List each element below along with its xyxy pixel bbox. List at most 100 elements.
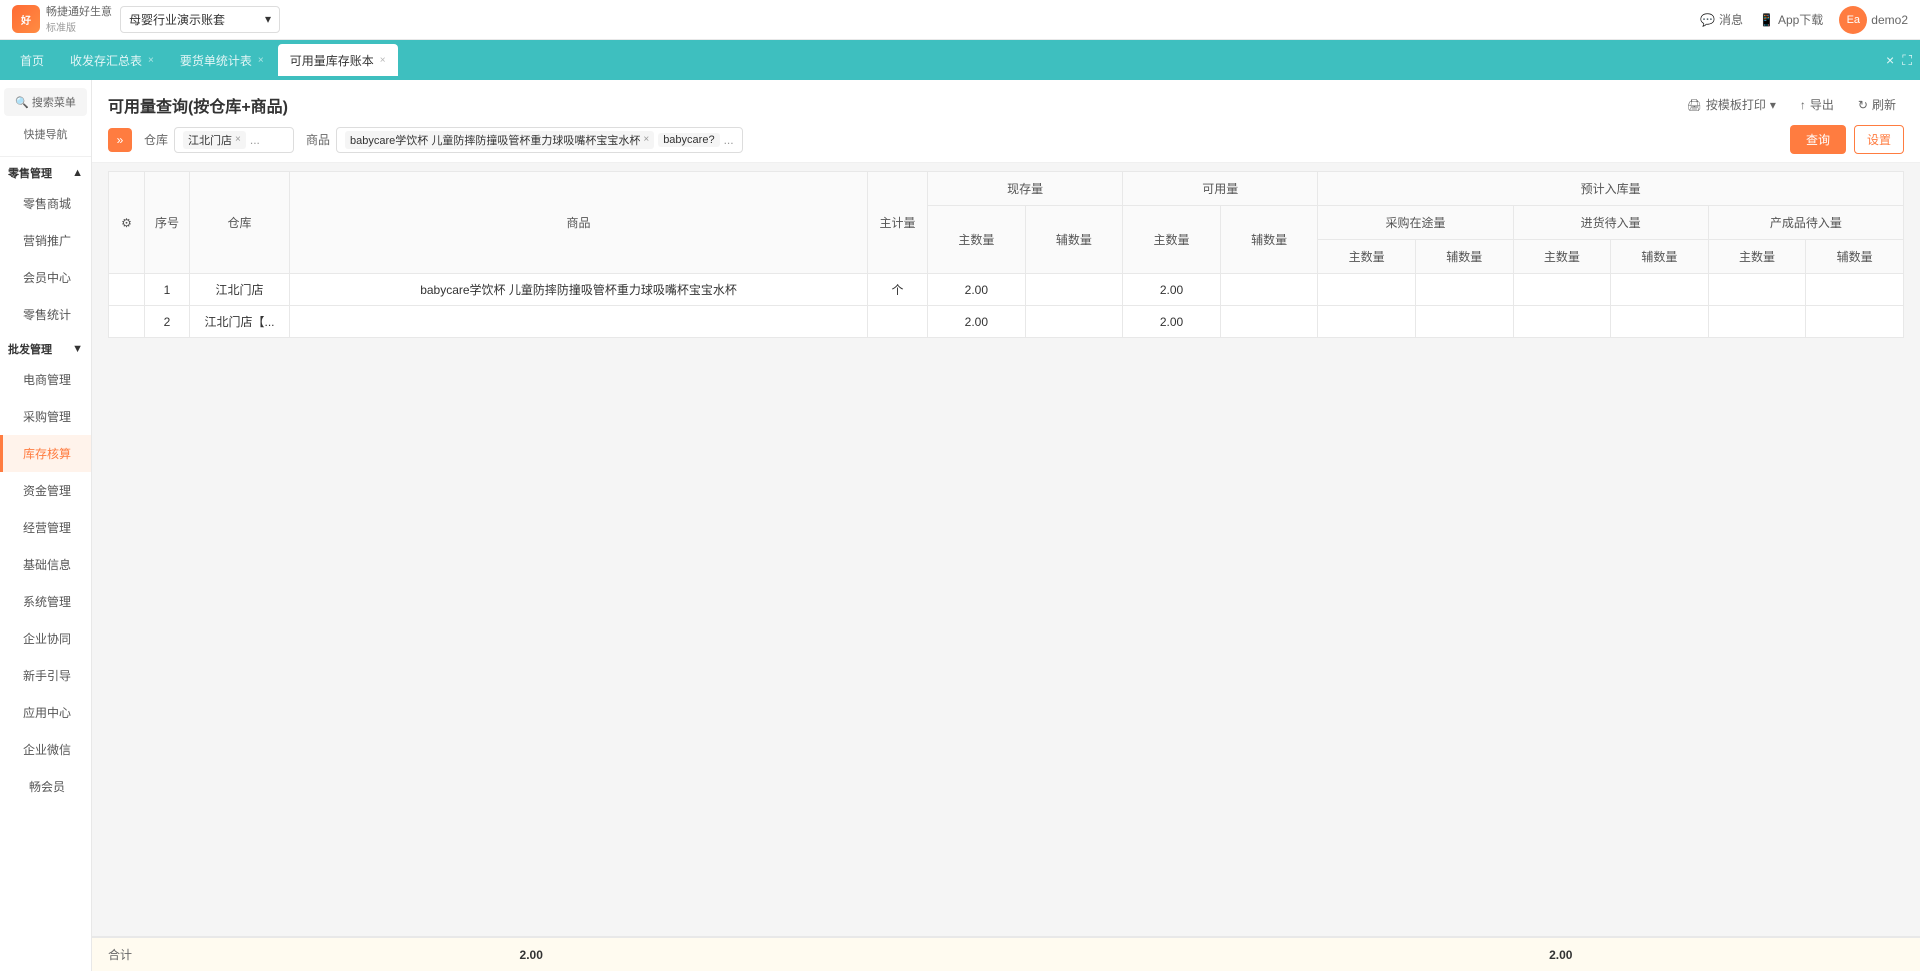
th-available: 可用量 — [1123, 172, 1318, 206]
sidebar-group-retail[interactable]: 零售管理 ▲ — [0, 157, 91, 185]
main-layout: 🔍 搜索菜单 快捷导航 零售管理 ▲ 零售商城 营销推广 会员中心 零售统计 批… — [0, 80, 1920, 971]
product-dots[interactable]: ... — [724, 133, 734, 147]
query-btn[interactable]: 查询 — [1790, 125, 1846, 154]
retail-mall-label: 零售商城 — [23, 195, 71, 212]
industry-select[interactable]: 母婴行业演示账套 ▾ — [120, 6, 280, 33]
print-icon: 🖨 — [1687, 98, 1702, 112]
export-label: 导出 — [1810, 96, 1834, 113]
th-forecast-in: 预计入库量 — [1318, 172, 1904, 206]
sidebar-item-newbie[interactable]: 新手引导 — [0, 657, 91, 694]
tab-expand-icon[interactable]: ⛶ — [1902, 52, 1912, 69]
th-available-main: 主数量 — [1123, 206, 1221, 274]
tab-recv-send-close[interactable]: × — [148, 55, 154, 66]
tab-home-label: 首页 — [20, 52, 44, 69]
tab-available-stock[interactable]: 可用量库存账本 × — [278, 44, 398, 76]
product-tag-1-close[interactable]: × — [643, 134, 649, 145]
sidebar-item-system[interactable]: 系统管理 — [0, 583, 91, 620]
sidebar-item-vip[interactable]: 畅会员 — [0, 768, 91, 805]
expand-icon: » — [117, 133, 124, 147]
td-produced-main-0 — [1708, 274, 1806, 306]
warehouse-tag-value: 江北门店 — [188, 132, 232, 148]
td-unit-1 — [868, 306, 928, 338]
tab-recv-send[interactable]: 收发存汇总表 × — [58, 44, 166, 76]
operation-label: 经营管理 — [23, 519, 71, 536]
inventory-label: 库存核算 — [23, 445, 71, 462]
warehouse-dots[interactable]: ... — [250, 133, 260, 147]
th-main-unit: 主计量 — [868, 172, 928, 274]
td-num-0: 1 — [145, 274, 190, 306]
tab-order-stats-close[interactable]: × — [258, 55, 264, 66]
th-settings[interactable]: ⚙ — [109, 172, 145, 274]
th-purchase-aux: 辅数量 — [1415, 240, 1513, 274]
filter-warehouse-field: 仓库 江北门店 × ... — [144, 127, 294, 153]
th-incoming-aux: 辅数量 — [1611, 240, 1709, 274]
filter-actions: 查询 设置 — [1790, 125, 1904, 154]
td-produced-aux-1 — [1806, 306, 1904, 338]
sidebar-group-retail-label: 零售管理 — [8, 165, 52, 181]
warehouse-input[interactable]: 江北门店 × ... — [174, 127, 294, 153]
wechat-label: 企业微信 — [23, 741, 71, 758]
th-current-main: 主数量 — [928, 206, 1026, 274]
user-avatar: Ea — [1839, 6, 1867, 34]
sidebar-item-basics[interactable]: 基础信息 — [0, 546, 91, 583]
sidebar-item-member-center[interactable]: 会员中心 — [0, 259, 91, 296]
product-input[interactable]: babycare学饮杯 儿童防摔防撞吸管杯重力球吸嘴杯宝宝水杯 × babyca… — [336, 127, 743, 153]
td-available-aux-0 — [1220, 274, 1318, 306]
table-wrapper[interactable]: ⚙ 序号 仓库 商品 主计量 现存量 可用量 预计入库量 主数量 辅数量 主数量… — [92, 163, 1920, 936]
search-menu-btn[interactable]: 🔍 搜索菜单 — [4, 88, 87, 116]
filter-expand-btn[interactable]: » — [108, 128, 132, 152]
refresh-label: 刷新 — [1872, 96, 1896, 113]
tab-close-all-icon[interactable]: × — [1886, 52, 1894, 69]
td-warehouse-0: 江北门店 — [190, 274, 290, 306]
td-purchase-main-1 — [1318, 306, 1416, 338]
print-template-label: 按模板打印 — [1706, 96, 1766, 113]
sidebar-item-inventory[interactable]: 库存核算 — [0, 435, 91, 472]
sidebar-item-retail-stats[interactable]: 零售统计 — [0, 296, 91, 333]
footer-label: 合计 — [108, 946, 188, 963]
export-btn[interactable]: ↑ 导出 — [1792, 92, 1842, 117]
td-current-main-1: 2.00 — [928, 306, 1026, 338]
sidebar-item-retail-mall[interactable]: 零售商城 — [0, 185, 91, 222]
newbie-label: 新手引导 — [23, 667, 71, 684]
tab-order-stats-label: 要货单统计表 — [180, 52, 252, 69]
logo-text: 畅捷通好生意 — [46, 5, 112, 19]
app-download-btn[interactable]: 📱 App下载 — [1759, 11, 1823, 28]
settings-btn[interactable]: 设置 — [1854, 125, 1904, 154]
td-available-main-0: 2.00 — [1123, 274, 1221, 306]
tab-order-stats[interactable]: 要货单统计表 × — [168, 44, 276, 76]
sidebar-item-purchase[interactable]: 采购管理 — [0, 398, 91, 435]
print-template-btn[interactable]: 🖨 按模板打印 ▾ — [1679, 92, 1784, 117]
tab-home[interactable]: 首页 — [8, 44, 56, 76]
quick-nav-label: 快捷导航 — [24, 129, 68, 141]
page-title: 可用量查询(按仓库+商品) — [108, 93, 288, 117]
td-purchase-aux-0 — [1415, 274, 1513, 306]
sidebar-item-enterprise[interactable]: 企业协同 — [0, 620, 91, 657]
td-current-main-0: 2.00 — [928, 274, 1026, 306]
th-product: 商品 — [290, 172, 868, 274]
sidebar-item-wechat[interactable]: 企业微信 — [0, 731, 91, 768]
user-area[interactable]: Ea demo2 — [1839, 6, 1908, 34]
nav-tabs: 首页 收发存汇总表 × 要货单统计表 × 可用量库存账本 × × ⛶ — [0, 40, 1920, 80]
message-btn[interactable]: 💬 消息 — [1700, 11, 1743, 28]
sidebar-item-finance[interactable]: 资金管理 — [0, 472, 91, 509]
content-area: 可用量查询(按仓库+商品) 🖨 按模板打印 ▾ ↑ 导出 ↻ 刷新 — [92, 80, 1920, 971]
quick-nav-btn[interactable]: 快捷导航 — [4, 120, 87, 148]
th-produced-aux: 辅数量 — [1806, 240, 1904, 274]
sidebar-item-operation[interactable]: 经营管理 — [0, 509, 91, 546]
warehouse-tag-close[interactable]: × — [235, 134, 241, 145]
sidebar-item-app-center[interactable]: 应用中心 — [0, 694, 91, 731]
filter-bar: » 仓库 江北门店 × ... 商品 babycare学饮杯 儿童防摔防撞吸管杯… — [92, 117, 1920, 163]
td-settings-1 — [109, 306, 145, 338]
product-tag-2-value: babycare? — [663, 134, 714, 146]
system-label: 系统管理 — [23, 593, 71, 610]
enterprise-label: 企业协同 — [23, 630, 71, 647]
sidebar-item-marketing[interactable]: 营销推广 — [0, 222, 91, 259]
td-current-aux-1 — [1025, 306, 1123, 338]
basics-label: 基础信息 — [23, 556, 71, 573]
sidebar-group-wholesale[interactable]: 批发管理 ▼ — [0, 333, 91, 361]
vip-label: 畅会员 — [29, 778, 65, 795]
sidebar-item-ecommerce[interactable]: 电商管理 — [0, 361, 91, 398]
tab-available-stock-close[interactable]: × — [380, 55, 386, 66]
search-icon: 🔍 — [15, 97, 29, 109]
refresh-btn[interactable]: ↻ 刷新 — [1850, 92, 1904, 117]
